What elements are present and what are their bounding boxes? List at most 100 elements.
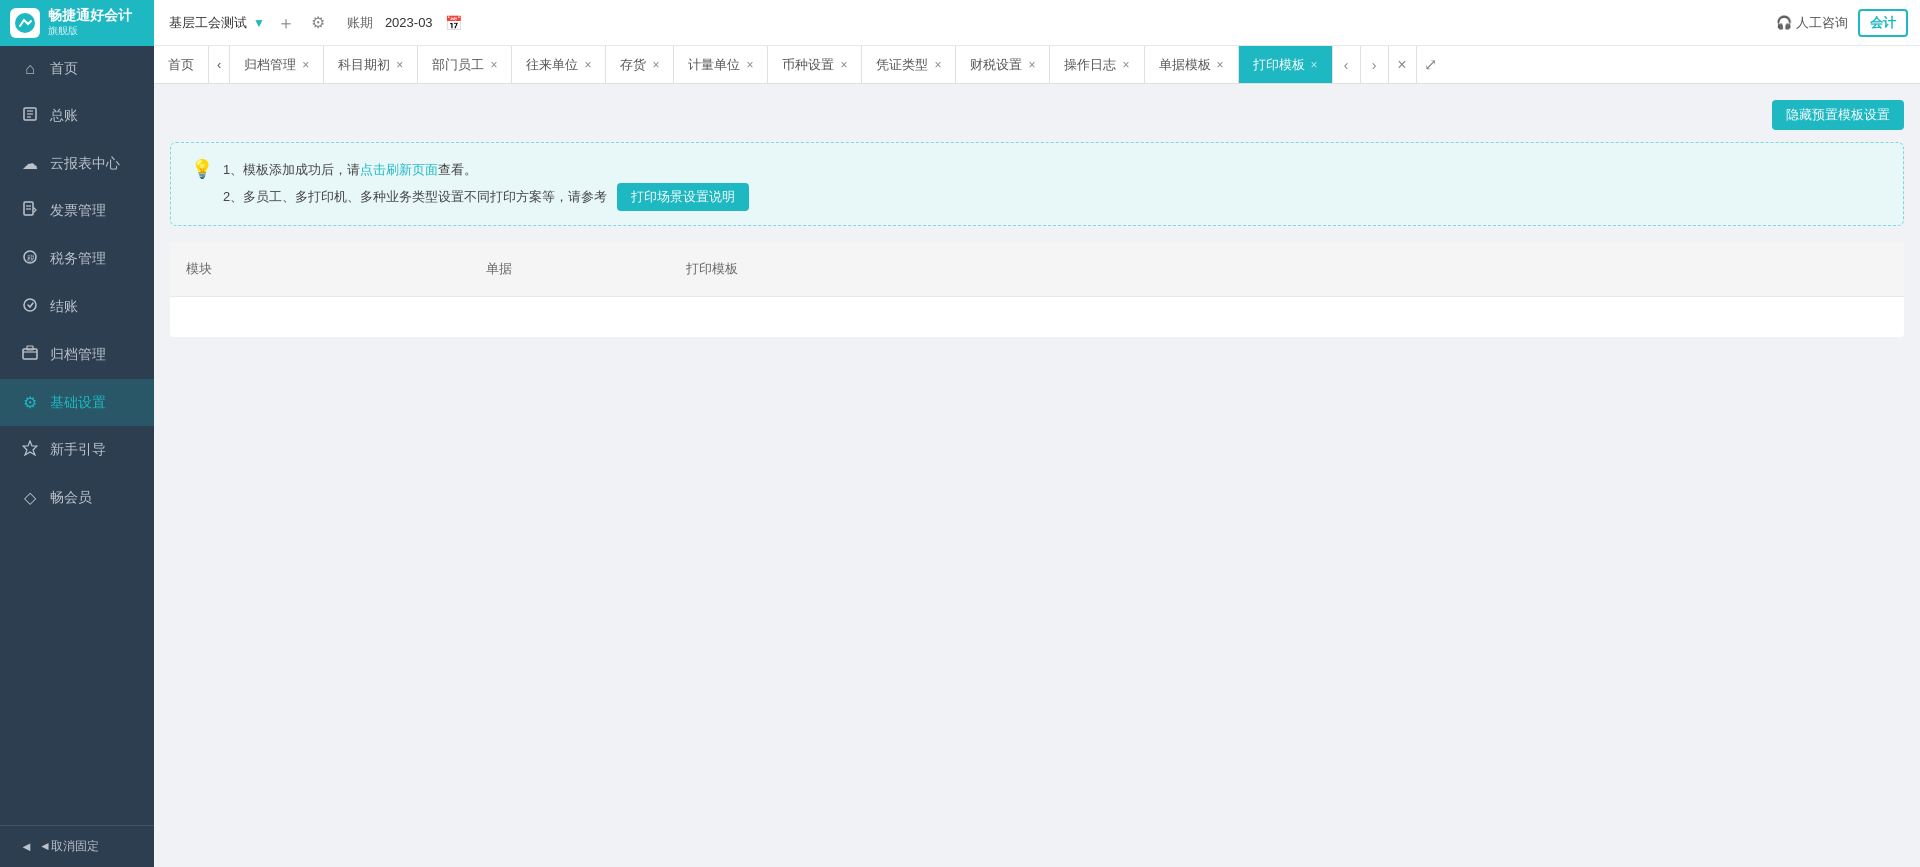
sidebar-unpin-button[interactable]: ◄ ◄取消固定 (0, 825, 154, 867)
tab-nav-prev[interactable]: ‹ (1333, 46, 1361, 84)
sidebar-label-settle: 结账 (50, 298, 78, 316)
tab-expand[interactable]: ⤢ (1417, 46, 1445, 84)
table-body-empty (170, 297, 1904, 337)
tab-nav-next[interactable]: › (1361, 46, 1389, 84)
tab-voucher-close[interactable]: × (934, 58, 941, 72)
support-button[interactable]: 🎧 人工咨询 (1776, 14, 1848, 32)
sidebar-label-home: 首页 (50, 60, 78, 78)
tab-tax-close[interactable]: × (1028, 58, 1035, 72)
cloud-icon: ☁ (20, 154, 40, 173)
support-label: 人工咨询 (1796, 14, 1848, 32)
info-line2: 2、多员工、多打印机、多种业务类型设置不同打印方案等，请参考 打印场景设置说明 (223, 183, 749, 211)
tab-print[interactable]: 打印模板 × (1239, 46, 1333, 84)
settings-icon[interactable]: ⚙ (307, 13, 329, 32)
tab-currency[interactable]: 币种设置 × (768, 46, 862, 84)
info-line1-after: 查看。 (438, 162, 477, 177)
tab-customer-label: 往来单位 (526, 56, 578, 74)
lightbulb-icon: 💡 (191, 158, 213, 180)
sidebar-item-tax[interactable]: 税 税务管理 (0, 235, 154, 283)
tab-voucher-label: 凭证类型 (876, 56, 928, 74)
sidebar-item-settle[interactable]: 结账 (0, 283, 154, 331)
sidebar-label-tax: 税务管理 (50, 250, 106, 268)
chevron-down-icon: ▼ (253, 16, 265, 30)
tab-log[interactable]: 操作日志 × (1050, 46, 1144, 84)
company-selector[interactable]: 基层工会测试 ▼ (169, 14, 265, 32)
tab-voucher[interactable]: 凭证类型 × (862, 46, 956, 84)
tab-unit-close[interactable]: × (746, 58, 753, 72)
member-icon: ◇ (20, 488, 40, 507)
tab-log-close[interactable]: × (1122, 58, 1129, 72)
period-value: 2023-03 (385, 15, 433, 30)
refresh-link[interactable]: 点击刷新页面 (360, 162, 438, 177)
tab-customer[interactable]: 往来单位 × (512, 46, 606, 84)
sidebar-item-invoice[interactable]: 发票管理 (0, 187, 154, 235)
tab-unit[interactable]: 计量单位 × (674, 46, 768, 84)
tab-close-all[interactable]: × (1389, 46, 1417, 84)
tab-bar: 首页 ‹ 归档管理 × 科目期初 × 部门员工 × 往来单位 × 存货 × (154, 46, 1920, 84)
tab-dept[interactable]: 部门员工 × (418, 46, 512, 84)
tab-tax[interactable]: 财税设置 × (956, 46, 1050, 84)
period-label: 账期 (347, 14, 373, 32)
tab-subject-close[interactable]: × (396, 58, 403, 72)
sidebar-label-ledger: 总账 (50, 107, 78, 125)
tax-icon: 税 (20, 249, 40, 269)
sidebar: ⌂ 首页 总账 ☁ 云报表中心 发票管理 税 税务管理 (0, 46, 154, 867)
action-top-right: 隐藏预置模板设置 (170, 100, 1904, 130)
sidebar-item-settings[interactable]: ⚙ 基础设置 (0, 379, 154, 426)
guide-icon (20, 440, 40, 460)
tab-subject[interactable]: 科目期初 × (324, 46, 418, 84)
svg-marker-13 (23, 441, 37, 455)
sidebar-item-report[interactable]: ☁ 云报表中心 (0, 140, 154, 187)
tab-print-close[interactable]: × (1311, 58, 1318, 72)
svg-text:税: 税 (27, 254, 35, 263)
sidebar-item-archive[interactable]: 归档管理 (0, 331, 154, 379)
th-template: 打印模板 (670, 252, 1904, 286)
ledger-icon (20, 106, 40, 126)
sidebar-item-guide[interactable]: 新手引导 (0, 426, 154, 474)
tab-customer-close[interactable]: × (584, 58, 591, 72)
logo-area: 畅捷通好会计 旗舰版 (0, 0, 154, 46)
tab-archive-label: 归档管理 (244, 56, 296, 74)
add-company-button[interactable]: ＋ (273, 11, 299, 35)
tab-inventory[interactable]: 存货 × (606, 46, 674, 84)
table-header: 模块 单据 打印模板 (170, 242, 1904, 297)
svg-point-0 (15, 13, 35, 33)
logo-sub: 旗舰版 (48, 24, 132, 38)
settle-icon (20, 297, 40, 317)
sidebar-item-home[interactable]: ⌂ 首页 (0, 46, 154, 92)
tab-archive-close[interactable]: × (302, 58, 309, 72)
hide-template-button[interactable]: 隐藏预置模板设置 (1772, 100, 1904, 130)
sidebar-label-member: 畅会员 (50, 489, 92, 507)
header-middle: 基层工会测试 ▼ ＋ ⚙ 账期 2023-03 📅 (154, 11, 1776, 35)
calendar-icon[interactable]: 📅 (445, 15, 462, 31)
invoice-icon (20, 201, 40, 221)
tab-dept-close[interactable]: × (490, 58, 497, 72)
unpin-label: ◄取消固定 (39, 838, 99, 855)
unpin-icon: ◄ (20, 839, 33, 854)
tab-inventory-label: 存货 (620, 56, 646, 74)
tab-chevron-left[interactable]: ‹ (209, 46, 230, 84)
home-icon: ⌂ (20, 60, 40, 78)
content-area: 首页 ‹ 归档管理 × 科目期初 × 部门员工 × 往来单位 × 存货 × (154, 46, 1920, 867)
tab-log-label: 操作日志 (1064, 56, 1116, 74)
headset-icon: 🎧 (1776, 15, 1792, 30)
tab-inventory-close[interactable]: × (652, 58, 659, 72)
tab-print-label: 打印模板 (1253, 56, 1305, 74)
header-right: 🎧 人工咨询 会计 (1776, 9, 1920, 37)
print-setting-button[interactable]: 打印场景设置说明 (617, 183, 749, 211)
tab-archive[interactable]: 归档管理 × (230, 46, 324, 84)
svg-point-10 (24, 299, 36, 311)
tab-currency-close[interactable]: × (840, 58, 847, 72)
info-box: 💡 1、模板添加成功后，请点击刷新页面查看。 2、多员工、多打印机、多种业务类型… (170, 142, 1904, 226)
tab-document[interactable]: 单据模板 × (1145, 46, 1239, 84)
th-danjv: 单据 (470, 252, 670, 286)
info-line1-before: 1、模板添加成功后，请 (223, 162, 360, 177)
kuaiji-button[interactable]: 会计 (1858, 9, 1908, 37)
sidebar-item-ledger[interactable]: 总账 (0, 92, 154, 140)
page-content: 隐藏预置模板设置 💡 1、模板添加成功后，请点击刷新页面查看。 2、多员工、多打… (154, 84, 1920, 867)
tab-home[interactable]: 首页 (154, 46, 209, 84)
info-line2-before: 2、多员工、多打印机、多种业务类型设置不同打印方案等，请参考 (223, 189, 607, 204)
tab-subject-label: 科目期初 (338, 56, 390, 74)
tab-document-close[interactable]: × (1217, 58, 1224, 72)
sidebar-item-member[interactable]: ◇ 畅会员 (0, 474, 154, 521)
